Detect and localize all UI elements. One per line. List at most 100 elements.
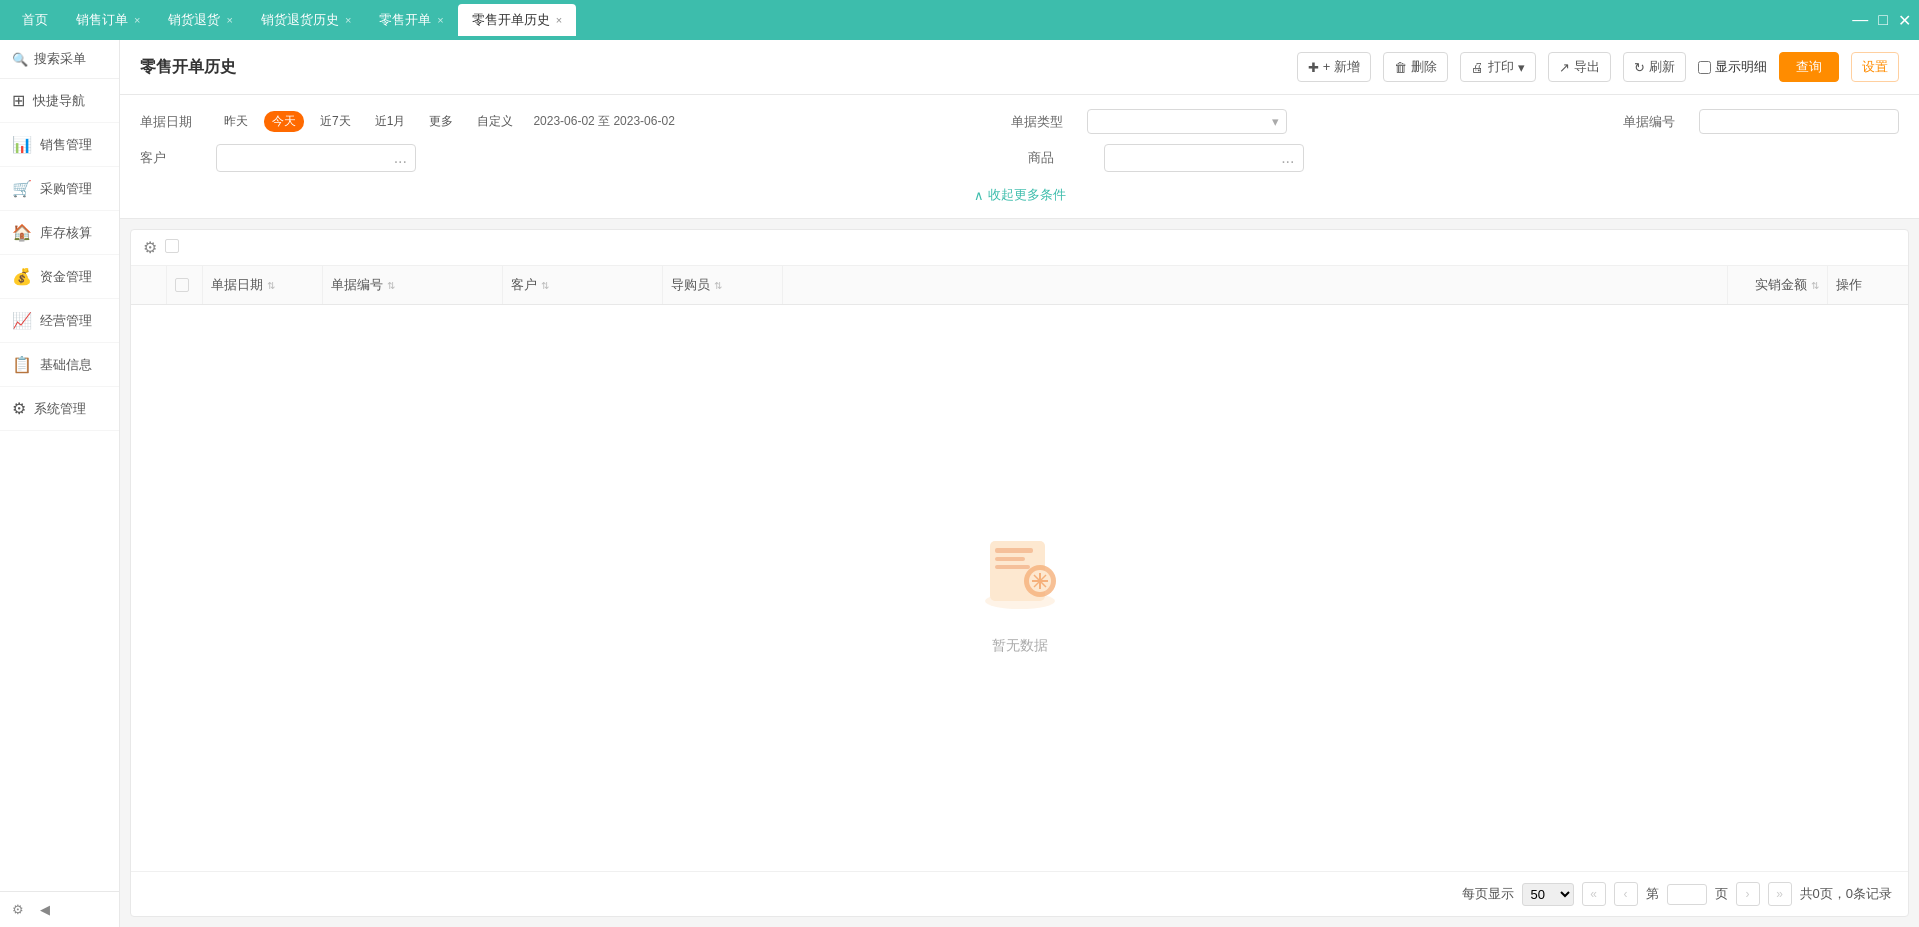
filter-date-options: 昨天 今天 近7天 近1月 更多 自定义 2023-06-02 至 2023-0… bbox=[216, 111, 675, 132]
tab-sales-return[interactable]: 销货退货 × bbox=[154, 4, 246, 36]
close-retail-history[interactable]: × bbox=[556, 14, 562, 26]
table-settings-icon[interactable]: ⚙ bbox=[143, 238, 157, 257]
doc-no-label: 单据编号 bbox=[1623, 113, 1683, 131]
tab-retail-open[interactable]: 零售开单 × bbox=[365, 4, 457, 36]
system-icon: ⚙ bbox=[12, 399, 26, 418]
sidebar-item-system[interactable]: ⚙ 系统管理 bbox=[0, 387, 119, 431]
sort-date-icon[interactable]: ⇅ bbox=[267, 280, 275, 291]
close-sales-return[interactable]: × bbox=[226, 14, 232, 26]
minimize-btn[interactable]: — bbox=[1852, 11, 1868, 30]
date-option-more[interactable]: 更多 bbox=[421, 111, 461, 132]
pagination: 每页显示 50 10 20 100 « ‹ 第 1 页 › » 共0页，0条记录 bbox=[131, 871, 1908, 916]
th-amount[interactable]: 实销金额 ⇅ bbox=[1728, 266, 1828, 304]
search-icon: 🔍 bbox=[12, 52, 28, 67]
page-input[interactable]: 1 bbox=[1667, 884, 1707, 905]
close-btn-window[interactable]: ✕ bbox=[1898, 11, 1911, 30]
tab-retail-history[interactable]: 零售开单历史 × bbox=[458, 4, 576, 36]
sidebar-item-finance[interactable]: 💰 资金管理 bbox=[0, 255, 119, 299]
delete-button[interactable]: 🗑 删除 bbox=[1383, 52, 1448, 82]
first-page-btn[interactable]: « bbox=[1582, 882, 1606, 906]
empty-text: 暂无数据 bbox=[992, 637, 1048, 655]
export-button[interactable]: ↗ 导出 bbox=[1548, 52, 1611, 82]
per-page-select[interactable]: 50 10 20 100 bbox=[1522, 883, 1574, 906]
display-fields-checkbox[interactable] bbox=[1698, 61, 1711, 74]
goods-dots-icon[interactable]: ... bbox=[1281, 149, 1294, 167]
basic-info-icon: 📋 bbox=[12, 355, 32, 374]
svg-rect-2 bbox=[995, 548, 1033, 553]
add-button[interactable]: ✚ + 新增 bbox=[1297, 52, 1371, 82]
sidebar-item-basic-info[interactable]: 📋 基础信息 bbox=[0, 343, 119, 387]
date-option-yesterday[interactable]: 昨天 bbox=[216, 111, 256, 132]
refresh-button[interactable]: ↻ 刷新 bbox=[1623, 52, 1686, 82]
table-checkbox-all[interactable] bbox=[165, 239, 179, 256]
doc-no-input[interactable] bbox=[1699, 109, 1899, 134]
customer-input-wrap[interactable]: ... bbox=[216, 144, 416, 172]
date-option-custom[interactable]: 自定义 bbox=[469, 111, 521, 132]
sidebar-item-quick-nav[interactable]: ⊞ 快捷导航 bbox=[0, 79, 119, 123]
date-option-1month[interactable]: 近1月 bbox=[367, 111, 414, 132]
doc-type-label: 单据类型 bbox=[1011, 113, 1071, 131]
select-all-checkbox[interactable] bbox=[165, 239, 179, 253]
filter-row-2: 客户 ... 商品 ... bbox=[140, 144, 1899, 172]
date-option-7days[interactable]: 近7天 bbox=[312, 111, 359, 132]
sidebar-settings-icon[interactable]: ⚙ bbox=[12, 902, 24, 917]
print-chevron-icon: ▾ bbox=[1518, 60, 1525, 75]
th-customer[interactable]: 客户 ⇅ bbox=[503, 266, 663, 304]
th-guide[interactable]: 导购员 ⇅ bbox=[663, 266, 783, 304]
next-page-btn[interactable]: › bbox=[1736, 882, 1760, 906]
toolbar: ✚ + 新增 🗑 删除 🖨 打印 ▾ ↗ 导出 ↻ bbox=[1297, 52, 1899, 82]
sidebar-item-inventory[interactable]: 🏠 库存核算 bbox=[0, 211, 119, 255]
sort-customer-icon[interactable]: ⇅ bbox=[541, 280, 549, 291]
tab-sales-order[interactable]: 销售订单 × bbox=[62, 4, 154, 36]
prev-page-btn[interactable]: ‹ bbox=[1614, 882, 1638, 906]
last-page-btn[interactable]: » bbox=[1768, 882, 1792, 906]
table-toolbar: ⚙ bbox=[131, 230, 1908, 266]
sort-amount-icon[interactable]: ⇅ bbox=[1811, 280, 1819, 291]
print-button[interactable]: 🖨 打印 ▾ bbox=[1460, 52, 1536, 82]
close-retail-open[interactable]: × bbox=[437, 14, 443, 26]
close-sales-order[interactable]: × bbox=[134, 14, 140, 26]
doc-type-select[interactable] bbox=[1087, 109, 1287, 134]
customer-dots-icon[interactable]: ... bbox=[394, 149, 407, 167]
date-label: 单据日期 bbox=[140, 113, 200, 131]
collapse-link[interactable]: ∧ 收起更多条件 bbox=[140, 182, 1899, 208]
refresh-icon: ↻ bbox=[1634, 60, 1645, 75]
sidebar-item-operations[interactable]: 📈 经营管理 bbox=[0, 299, 119, 343]
sidebar-search[interactable]: 🔍 搜索采单 bbox=[0, 40, 119, 79]
close-sales-return-history[interactable]: × bbox=[345, 14, 351, 26]
table-area: ⚙ 单据日期 ⇅ 单据编号 ⇅ 客户 bbox=[130, 229, 1909, 917]
header-checkbox[interactable] bbox=[175, 278, 189, 292]
content-area: 零售开单历史 ✚ + 新增 🗑 删除 🖨 打印 ▾ ↗ 导出 bbox=[120, 40, 1919, 927]
collapse-icon: ∧ bbox=[974, 188, 984, 203]
display-fields-checkbox-wrap[interactable]: 显示明细 bbox=[1698, 58, 1767, 76]
export-icon: ↗ bbox=[1559, 60, 1570, 75]
svg-rect-3 bbox=[995, 557, 1025, 561]
customer-input[interactable] bbox=[225, 151, 394, 166]
query-button[interactable]: 查询 bbox=[1779, 52, 1839, 82]
sidebar-item-purchase-mgmt[interactable]: 🛒 采购管理 bbox=[0, 167, 119, 211]
goods-input[interactable] bbox=[1113, 151, 1282, 166]
window-controls: — □ ✕ bbox=[1852, 11, 1911, 30]
sidebar-item-sales-mgmt[interactable]: 📊 销售管理 bbox=[0, 123, 119, 167]
th-checkbox bbox=[167, 266, 203, 304]
th-doc-no[interactable]: 单据编号 ⇅ bbox=[323, 266, 503, 304]
sales-icon: 📊 bbox=[12, 135, 32, 154]
settings-button[interactable]: 设置 bbox=[1851, 52, 1899, 82]
empty-state: 暂无数据 bbox=[131, 305, 1908, 871]
tab-sales-return-history[interactable]: 销货退货历史 × bbox=[247, 4, 365, 36]
th-action: 操作 bbox=[1828, 266, 1908, 304]
purchase-icon: 🛒 bbox=[12, 179, 32, 198]
date-option-today[interactable]: 今天 bbox=[264, 111, 304, 132]
tab-home[interactable]: 首页 bbox=[8, 4, 62, 36]
maximize-btn[interactable]: □ bbox=[1878, 11, 1888, 30]
sidebar-collapse-icon[interactable]: ◀ bbox=[40, 902, 50, 917]
add-icon: ✚ bbox=[1308, 60, 1319, 75]
tab-bar: 首页 销售订单 × 销货退货 × 销货退货历史 × 零售开单 × 零售开单历史 … bbox=[0, 0, 1919, 40]
sort-guide-icon[interactable]: ⇅ bbox=[714, 280, 722, 291]
page-title: 零售开单历史 bbox=[140, 57, 236, 78]
th-date[interactable]: 单据日期 ⇅ bbox=[203, 266, 323, 304]
goods-input-wrap[interactable]: ... bbox=[1104, 144, 1304, 172]
sort-docno-icon[interactable]: ⇅ bbox=[387, 280, 395, 291]
table-header: 单据日期 ⇅ 单据编号 ⇅ 客户 ⇅ 导购员 ⇅ 实销金额 bbox=[131, 266, 1908, 305]
th-settings bbox=[131, 266, 167, 304]
